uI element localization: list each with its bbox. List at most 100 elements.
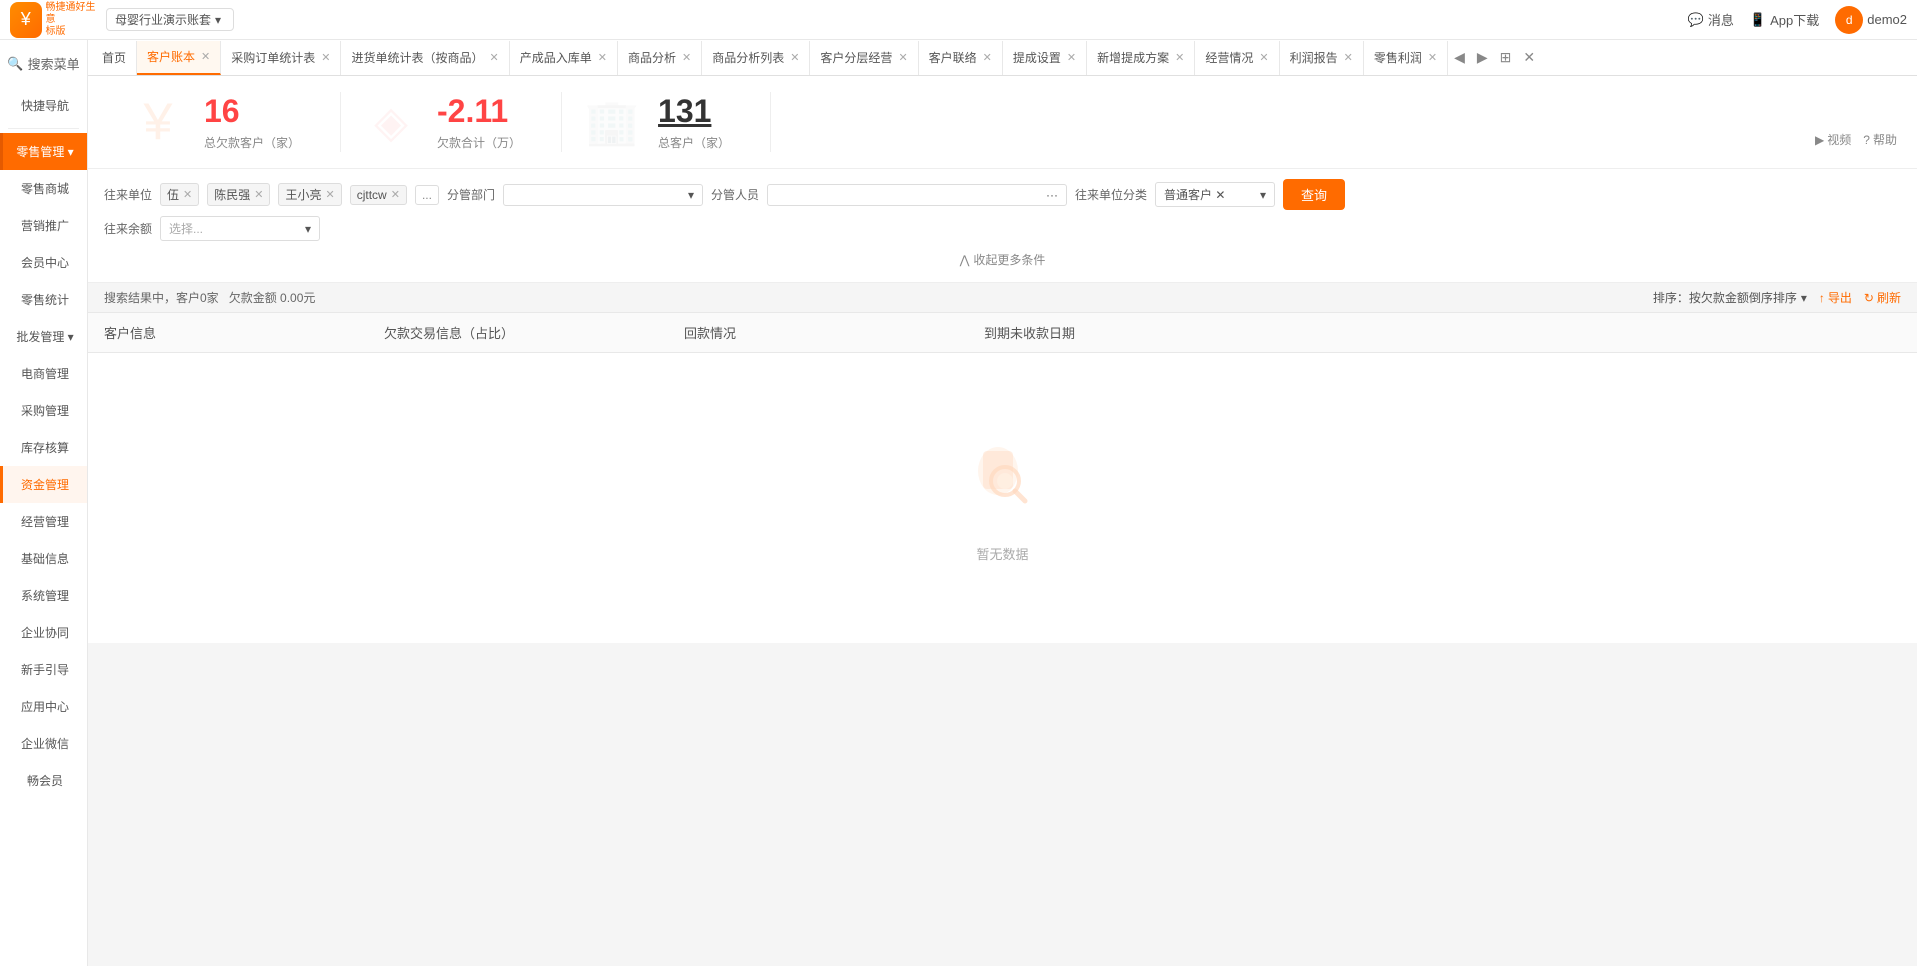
filter-label-category: 往来单位分类 [1075, 186, 1147, 203]
col-header-date: 到期未收款日期 [984, 323, 1901, 342]
filter-row-amount: 往来余额 选择... ▾ [104, 216, 1901, 241]
tab-expand[interactable]: ⊞ [1494, 49, 1518, 66]
stats-bar: ¥ 16 总欠款客户（家） ◈ -2.11 欠款合计（万） [88, 76, 1917, 169]
tab-customer-ledger[interactable]: 客户账本 ✕ [137, 41, 221, 75]
sidebar-item-enterprise-collab[interactable]: 企业协同 [0, 614, 87, 651]
sidebar-item-wechat-work[interactable]: 企业微信 [0, 725, 87, 762]
tab-purchase-order-stats[interactable]: 采购订单统计表 ✕ [221, 41, 341, 75]
sidebar-item-operations[interactable]: 经营管理 [0, 503, 87, 540]
stat-icon-diamond: ◈ [361, 92, 421, 152]
user-avatar[interactable]: d demo2 [1835, 6, 1907, 34]
stat-label-debt: 欠款合计（万） [437, 134, 521, 151]
stat-label-total: 总客户（家） [658, 134, 730, 151]
message-btn[interactable]: 💬 消息 [1688, 10, 1734, 29]
empty-text: 暂无数据 [976, 544, 1028, 563]
sidebar-item-app-center[interactable]: 应用中心 [0, 688, 87, 725]
col-header-repay: 回款情况 [684, 323, 984, 342]
filter-label-amount: 往来余额 [104, 220, 152, 237]
tab-product-analysis[interactable]: 商品分析 ✕ [618, 41, 702, 75]
filter-more-tags-btn[interactable]: ... [415, 185, 439, 205]
sidebar-item-purchase[interactable]: 采购管理 [0, 392, 87, 429]
tab-close-customer-seg[interactable]: ✕ [898, 51, 907, 64]
sidebar-item-system[interactable]: 系统管理 [0, 577, 87, 614]
tab-home[interactable]: 首页 [92, 41, 137, 75]
tab-retail-profit[interactable]: 零售利润 ✕ [1364, 41, 1448, 75]
app-download-btn[interactable]: 📱 App下载 [1750, 10, 1819, 29]
logo: ¥ 畅捷通好生意 标版 [10, 2, 98, 38]
tab-profit-report[interactable]: 利润报告 ✕ [1280, 41, 1364, 75]
help-btn[interactable]: ? 帮助 [1863, 131, 1897, 148]
tab-close-profit[interactable]: ✕ [1344, 51, 1353, 64]
tab-close-product-analysis[interactable]: ✕ [682, 51, 691, 64]
sidebar-item-finance[interactable]: 资金管理 [0, 466, 87, 503]
tab-close-business[interactable]: ✕ [1259, 51, 1268, 64]
tab-business-status[interactable]: 经营情况 ✕ [1195, 41, 1279, 75]
empty-state: 暂无数据 [88, 353, 1917, 643]
tab-product-inbound[interactable]: 产成品入库单 ✕ [510, 41, 618, 75]
table-header: 客户信息 欠款交易信息（占比） 回款情况 到期未收款日期 [88, 313, 1917, 353]
tab-scroll-left[interactable]: ◀ [1448, 49, 1471, 66]
query-button[interactable]: 查询 [1283, 179, 1345, 210]
tab-scroll-right[interactable]: ▶ [1471, 49, 1494, 66]
filter-tag-wu: 伍 ✕ [160, 183, 199, 206]
filter-amount-select[interactable]: 选择... ▾ [160, 216, 320, 241]
sidebar-item-quick-nav[interactable]: 快捷导航 [0, 87, 87, 124]
tab-close-customer-contact[interactable]: ✕ [983, 51, 992, 64]
sidebar-search[interactable]: 🔍 搜索菜单 [0, 40, 87, 87]
tab-close-product-inbound[interactable]: ✕ [598, 51, 607, 64]
remove-tag-wang[interactable]: ✕ [326, 188, 335, 201]
filter-label-dept: 分管部门 [447, 186, 495, 203]
tab-close-product-analysis-list[interactable]: ✕ [790, 51, 799, 64]
sort-select[interactable]: 排序：按欠款金额倒序排序 ▾ [1653, 289, 1807, 306]
tab-commission-settings[interactable]: 提成设置 ✕ [1003, 41, 1087, 75]
sidebar-item-retail-stats[interactable]: 零售统计 [0, 281, 87, 318]
filter-dept-select[interactable]: ▾ [503, 184, 703, 206]
stat-right-actions: ▶ 视频 ? 帮助 [1815, 92, 1897, 152]
stat-value-total: 131 [658, 93, 730, 130]
sidebar-item-wholesale[interactable]: 批发管理 ▾ [0, 318, 87, 355]
result-actions: 排序：按欠款金额倒序排序 ▾ ↑ 导出 ↻ 刷新 [1653, 289, 1901, 306]
logo-text: 畅捷通好生意 标版 [46, 2, 99, 38]
filter-tag-chen: 陈民强 ✕ [207, 183, 270, 206]
search-menu-btn[interactable]: 🔍 搜索菜单 [6, 50, 81, 77]
sidebar-divider [8, 128, 79, 129]
sidebar-item-retail-mgmt[interactable]: 零售管理 ▾ [0, 133, 87, 170]
logo-icon: ¥ [10, 2, 42, 38]
refresh-btn[interactable]: ↻ 刷新 [1864, 289, 1901, 306]
tab-close-commission[interactable]: ✕ [1067, 51, 1076, 64]
sidebar-item-retail-mall[interactable]: 零售商城 [0, 170, 87, 207]
stat-value-customers: 16 [204, 93, 300, 130]
tab-add-commission-plan[interactable]: 新增提成方案 ✕ [1087, 41, 1195, 75]
filter-person-select[interactable]: ··· [767, 184, 1067, 206]
account-selector[interactable]: 母婴行业演示账套 ▾ [106, 8, 234, 31]
tab-close-add-commission[interactable]: ✕ [1175, 51, 1184, 64]
sidebar-item-inventory[interactable]: 库存核算 [0, 429, 87, 466]
sidebar-item-member-center[interactable]: 会员中心 [0, 244, 87, 281]
filter-tag-wang: 王小亮 ✕ [278, 183, 341, 206]
remove-tag-chen[interactable]: ✕ [254, 188, 263, 201]
stat-icon-yuan: ¥ [128, 92, 188, 152]
col-header-debt: 欠款交易信息（占比） [384, 323, 684, 342]
sidebar-item-marketing[interactable]: 营销推广 [0, 207, 87, 244]
tab-customer-segmentation[interactable]: 客户分层经营 ✕ [810, 41, 918, 75]
tab-close-all[interactable]: ✕ [1517, 49, 1541, 66]
table-body: 暂无数据 [88, 353, 1917, 643]
tab-customer-contact[interactable]: 客户联络 ✕ [919, 41, 1003, 75]
filter-category-select[interactable]: 普通客户 ✕ ▾ [1155, 182, 1275, 207]
tab-close-customer-ledger[interactable]: ✕ [201, 50, 210, 63]
sidebar-item-member-vip[interactable]: 畅会员 [0, 762, 87, 799]
video-help-btn[interactable]: ▶ 视频 [1815, 131, 1851, 148]
tab-stock-stats-by-product[interactable]: 进货单统计表（按商品） ✕ [341, 41, 509, 75]
filter-row-unit: 往来单位 伍 ✕ 陈民强 ✕ 王小亮 ✕ [104, 179, 1901, 210]
remove-tag-wu[interactable]: ✕ [183, 188, 192, 201]
tab-close-stock-stats[interactable]: ✕ [490, 51, 499, 64]
export-btn[interactable]: ↑ 导出 [1819, 289, 1852, 306]
sidebar-item-ecommerce[interactable]: 电商管理 [0, 355, 87, 392]
tab-product-analysis-list[interactable]: 商品分析列表 ✕ [702, 41, 810, 75]
tab-close-retail-profit[interactable]: ✕ [1428, 51, 1437, 64]
sidebar-item-basic-info[interactable]: 基础信息 [0, 540, 87, 577]
collapse-filter-btn[interactable]: ⋀ 收起更多条件 [104, 247, 1901, 272]
remove-tag-cj[interactable]: ✕ [391, 188, 400, 201]
tab-close-purchase-order[interactable]: ✕ [321, 51, 330, 64]
sidebar-item-newbie-guide[interactable]: 新手引导 [0, 651, 87, 688]
